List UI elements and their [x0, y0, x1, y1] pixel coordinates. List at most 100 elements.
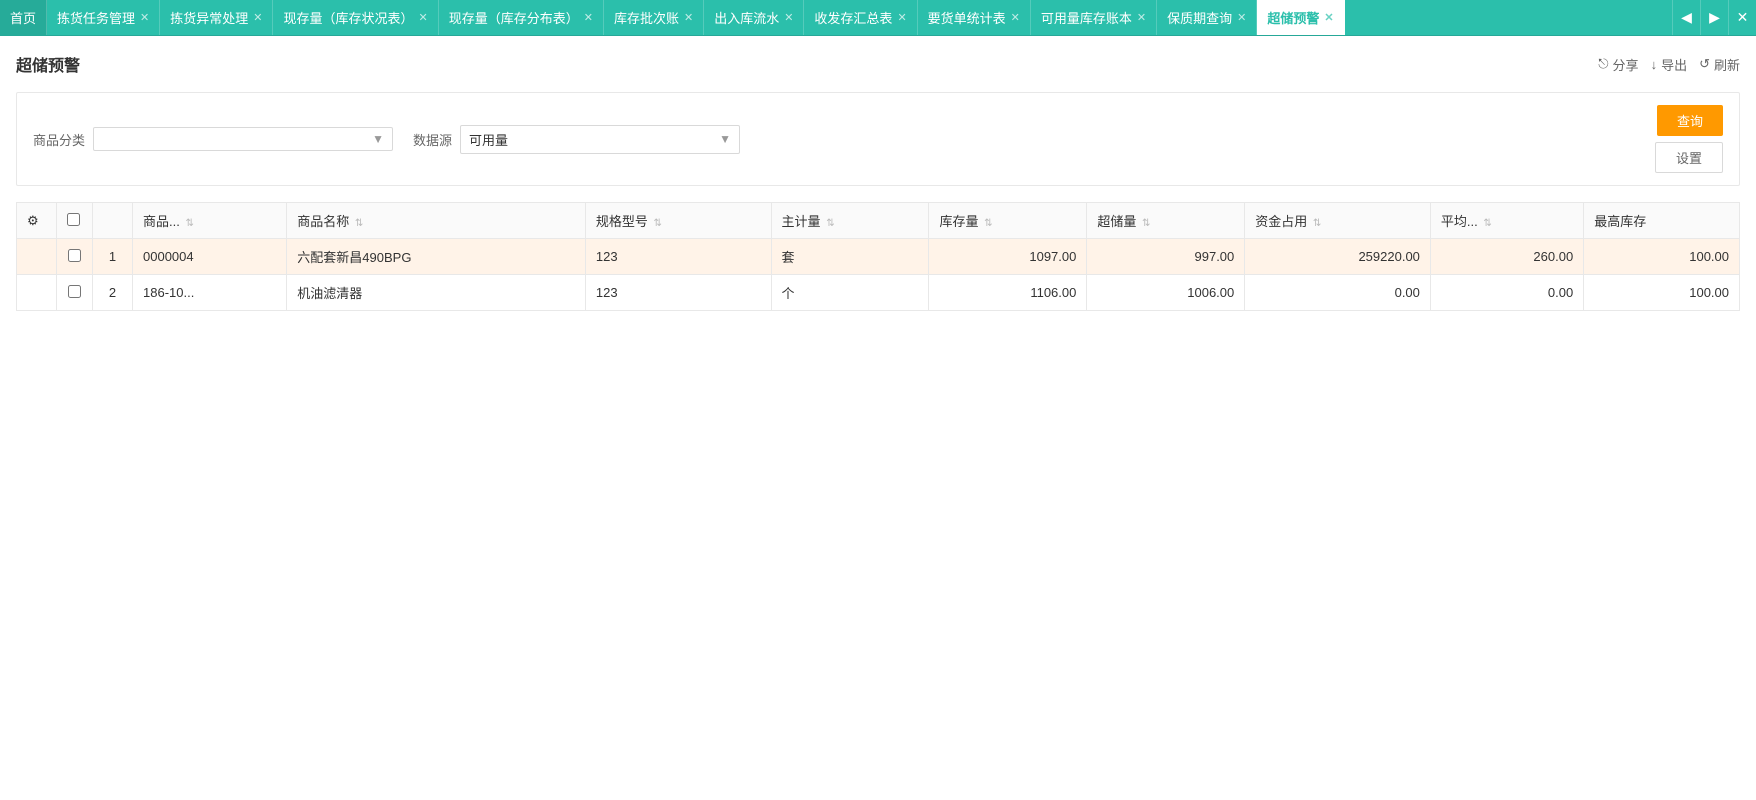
filter-buttons: 查询 设置 [1655, 105, 1723, 173]
td-settings-1 [17, 275, 57, 311]
export-icon: ↓ [1651, 57, 1658, 72]
table-row: 2 186-10... 机油滤清器 123 个 1106.00 1006.00 … [17, 275, 1740, 311]
page-content: 超储预警 ⎋ 分享 ↓ 导出 ↺ 刷新 商品分类 ▼ 数据源 [0, 36, 1756, 800]
nav-home[interactable]: 首页 [0, 0, 47, 35]
td-max-stock-1: 100.00 [1584, 275, 1740, 311]
row-checkbox-1[interactable] [68, 285, 81, 298]
td-max-stock-0: 100.00 [1584, 239, 1740, 275]
close-inventory-status[interactable]: ✕ [419, 11, 428, 24]
td-settings-0 [17, 239, 57, 275]
td-capital-0: 259220.00 [1245, 239, 1431, 275]
datasource-filter: 数据源 可用量 ▼ [413, 125, 740, 154]
settings-button[interactable]: 设置 [1655, 142, 1723, 173]
sort-icon-stock: ⇅ [984, 218, 992, 229]
nav-collect[interactable]: 收发存汇总表 ✕ [804, 0, 917, 35]
data-table: ⚙ 商品... ⇅ 商品名称 ⇅ 规格型号 ⇅ [16, 202, 1740, 311]
th-capital[interactable]: 资金占用 ⇅ [1245, 203, 1431, 239]
nav-arrows: ◀ ▶ ✕ [1672, 0, 1756, 35]
nav-overstock[interactable]: 超储预警 ✕ [1257, 0, 1344, 35]
datasource-dropdown-icon: ▼ [719, 132, 731, 146]
td-spec-0: 123 [585, 239, 771, 275]
table-header-row: ⚙ 商品... ⇅ 商品名称 ⇅ 规格型号 ⇅ [17, 203, 1740, 239]
td-overstock-1: 1006.00 [1087, 275, 1245, 311]
nav-bar: 首页 拣货任务管理 ✕ 拣货异常处理 ✕ 现存量（库存状况表） ✕ 现存量（库存… [0, 0, 1756, 36]
th-max-stock: 最高库存 [1584, 203, 1740, 239]
td-spec-1: 123 [585, 275, 771, 311]
td-stock-0: 1097.00 [929, 239, 1087, 275]
td-product-code-1: 186-10... [133, 275, 287, 311]
nav-next-arrow[interactable]: ▶ [1700, 0, 1728, 35]
close-collect[interactable]: ✕ [897, 11, 906, 24]
close-in-out[interactable]: ✕ [784, 11, 793, 24]
category-label: 商品分类 [33, 130, 85, 149]
header-actions: ⎋ 分享 ↓ 导出 ↺ 刷新 [1598, 55, 1740, 74]
td-avg-0: 260.00 [1430, 239, 1583, 275]
td-row-num-0: 1 [93, 239, 133, 275]
refresh-action[interactable]: ↺ 刷新 [1699, 55, 1740, 74]
td-overstock-0: 997.00 [1087, 239, 1245, 275]
nav-in-out[interactable]: 出入库流水 ✕ [704, 0, 804, 35]
td-checkbox-1 [57, 275, 93, 311]
td-product-name-0: 六配套新昌490BPG [287, 239, 586, 275]
th-unit[interactable]: 主计量 ⇅ [771, 203, 929, 239]
table-row: 1 0000004 六配套新昌490BPG 123 套 1097.00 997.… [17, 239, 1740, 275]
close-quality[interactable]: ✕ [1237, 11, 1246, 24]
nav-inventory-dist[interactable]: 现存量（库存分布表） ✕ [439, 0, 604, 35]
td-unit-0: 套 [771, 239, 929, 275]
close-task[interactable]: ✕ [140, 11, 149, 24]
th-overstock[interactable]: 超储量 ⇅ [1087, 203, 1245, 239]
page-header: 超储预警 ⎋ 分享 ↓ 导出 ↺ 刷新 [16, 52, 1740, 76]
th-avg[interactable]: 平均... ⇅ [1430, 203, 1583, 239]
nav-available[interactable]: 可用量库存账本 ✕ [1031, 0, 1157, 35]
nav-batch[interactable]: 库存批次账 ✕ [604, 0, 704, 35]
th-checkbox [57, 203, 93, 239]
th-row-num [93, 203, 133, 239]
th-product-code[interactable]: 商品... ⇅ [133, 203, 287, 239]
td-unit-1: 个 [771, 275, 929, 311]
nav-task[interactable]: 拣货任务管理 ✕ [47, 0, 160, 35]
close-order-stat[interactable]: ✕ [1011, 11, 1020, 24]
close-batch[interactable]: ✕ [684, 11, 693, 24]
td-avg-1: 0.00 [1430, 275, 1583, 311]
th-product-name[interactable]: 商品名称 ⇅ [287, 203, 586, 239]
th-settings[interactable]: ⚙ [17, 203, 57, 239]
nav-abnormal[interactable]: 拣货异常处理 ✕ [160, 0, 273, 35]
share-icon: ⎋ [1598, 56, 1608, 72]
category-select[interactable]: ▼ [93, 127, 393, 151]
page-title: 超储预警 [16, 52, 80, 76]
category-filter: 商品分类 ▼ [33, 127, 393, 151]
sort-icon-product-name: ⇅ [355, 218, 363, 229]
nav-inventory-status[interactable]: 现存量（库存状况表） ✕ [273, 0, 438, 35]
sort-icon-unit: ⇅ [826, 218, 834, 229]
td-product-name-1: 机油滤清器 [287, 275, 586, 311]
th-spec[interactable]: 规格型号 ⇅ [585, 203, 771, 239]
td-product-code-0: 0000004 [133, 239, 287, 275]
close-abnormal[interactable]: ✕ [253, 11, 262, 24]
datasource-label: 数据源 [413, 130, 452, 149]
sort-icon-capital: ⇅ [1313, 218, 1321, 229]
sort-icon-avg: ⇅ [1483, 218, 1491, 229]
td-stock-1: 1106.00 [929, 275, 1087, 311]
select-all-checkbox[interactable] [67, 213, 80, 226]
datasource-select[interactable]: 可用量 ▼ [460, 125, 740, 154]
th-stock[interactable]: 库存量 ⇅ [929, 203, 1087, 239]
export-action[interactable]: ↓ 导出 [1651, 55, 1688, 74]
nav-prev-arrow[interactable]: ◀ [1672, 0, 1700, 35]
td-capital-1: 0.00 [1245, 275, 1431, 311]
category-dropdown-icon: ▼ [372, 132, 384, 146]
nav-close-arrow[interactable]: ✕ [1728, 0, 1756, 35]
query-button[interactable]: 查询 [1657, 105, 1723, 136]
refresh-icon: ↺ [1699, 56, 1710, 72]
sort-icon-spec: ⇅ [654, 218, 662, 229]
td-checkbox-0 [57, 239, 93, 275]
close-available[interactable]: ✕ [1137, 11, 1146, 24]
nav-quality[interactable]: 保质期查询 ✕ [1157, 0, 1257, 35]
nav-order-stat[interactable]: 要货单统计表 ✕ [918, 0, 1031, 35]
datasource-value: 可用量 [469, 130, 508, 149]
sort-icon-overstock: ⇅ [1142, 218, 1150, 229]
share-action[interactable]: ⎋ 分享 [1598, 55, 1638, 74]
row-checkbox-0[interactable] [68, 249, 81, 262]
close-overstock[interactable]: ✕ [1324, 11, 1333, 24]
sort-icon-product-code: ⇅ [185, 218, 193, 229]
close-inventory-dist[interactable]: ✕ [584, 11, 593, 24]
